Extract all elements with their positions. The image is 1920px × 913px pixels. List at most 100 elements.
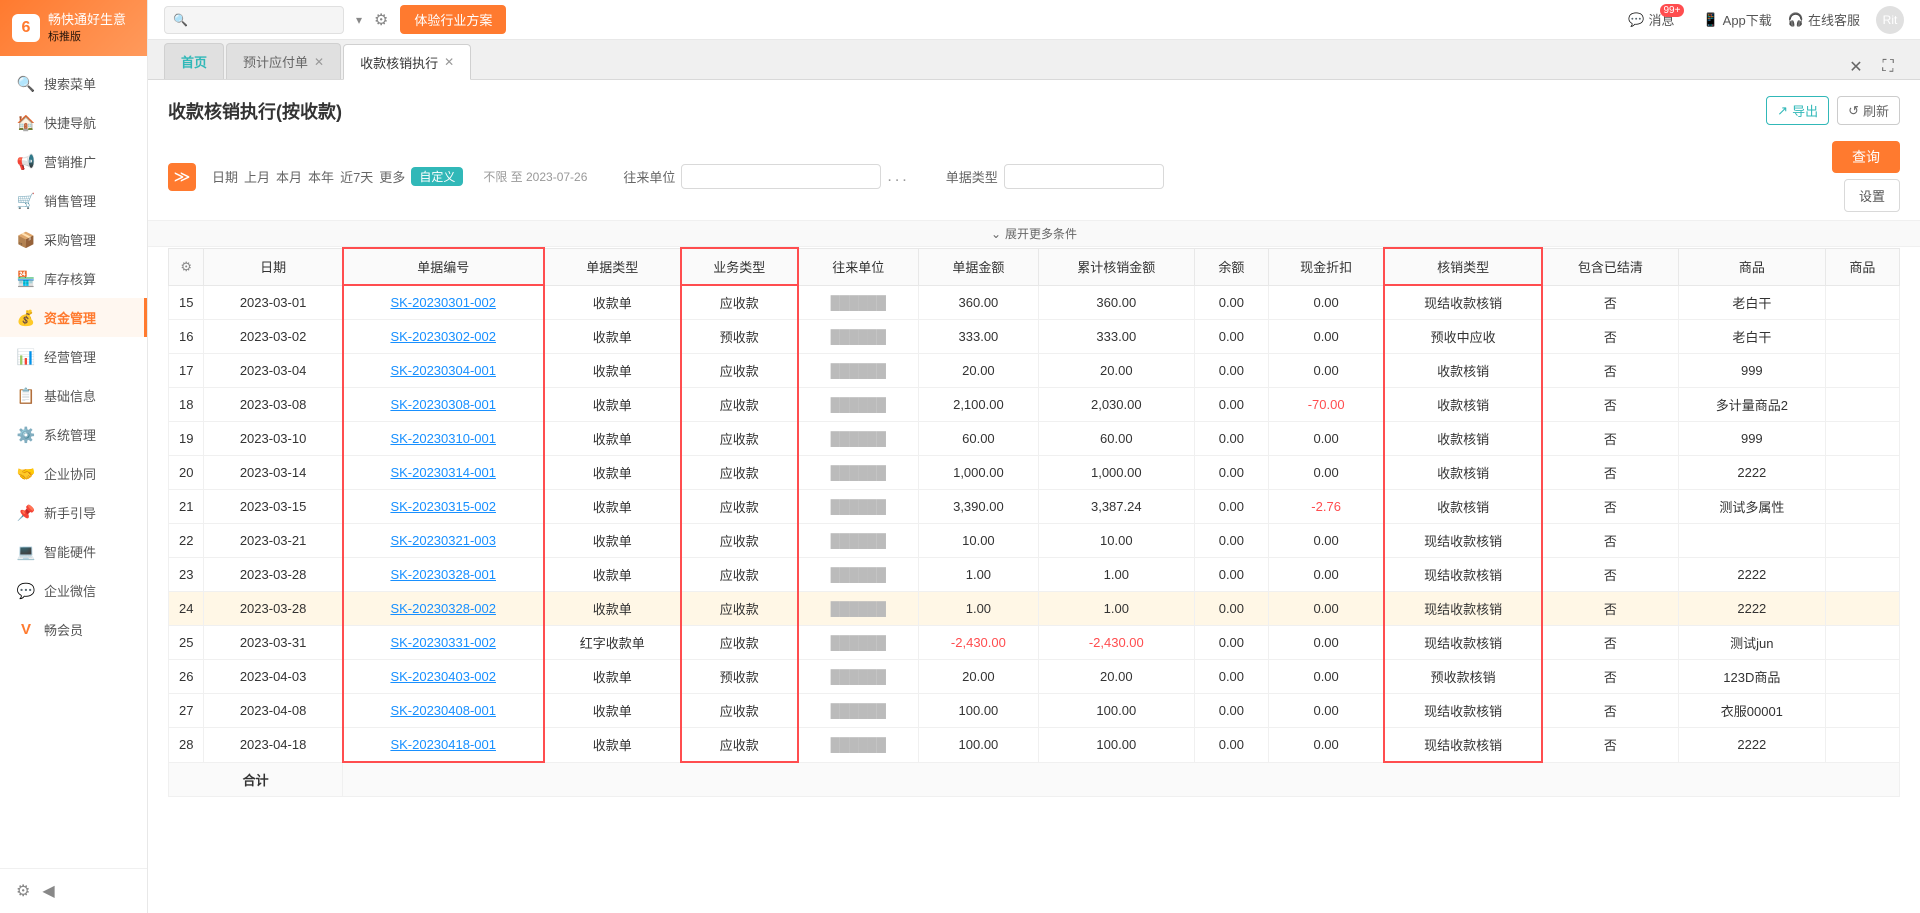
sidebar-item-operation[interactable]: 📊 经营管理 (0, 337, 147, 376)
bill-no-link[interactable]: SK-20230304-001 (390, 363, 496, 378)
partner-filter-input[interactable] (681, 164, 881, 189)
tab-window-controls: ✕ ⛶ (1844, 55, 1904, 79)
filter-partner-item: 往来单位 ... (623, 164, 909, 189)
col-gear[interactable]: ⚙ (169, 248, 204, 285)
cell-bill-type: 收款单 (544, 422, 681, 456)
cell-offset-type: 现结收款核销 (1384, 592, 1542, 626)
date-this-year[interactable]: 本年 (308, 167, 334, 186)
cell-goods: 999 (1678, 354, 1825, 388)
bill-no-link[interactable]: SK-20230331-002 (390, 635, 496, 650)
bill-no-link[interactable]: SK-20230328-001 (390, 567, 496, 582)
sidebar-item-purchase[interactable]: 📦 采购管理 (0, 220, 147, 259)
sidebar-item-search[interactable]: 🔍 搜索菜单 (0, 64, 147, 103)
sidebar-item-system[interactable]: ⚙️ 系统管理 (0, 415, 147, 454)
message-count: 99+ (1660, 4, 1685, 17)
sidebar-item-finance[interactable]: 💰 资金管理 (0, 298, 147, 337)
messages-badge[interactable]: 💬 消息 99+ (1628, 10, 1674, 29)
bill-no-link[interactable]: SK-20230328-002 (390, 601, 496, 616)
tab-expand-window-button[interactable]: ⛶ (1876, 55, 1900, 79)
bill-no-link[interactable]: SK-20230321-003 (390, 533, 496, 548)
bill-no-link[interactable]: SK-20230418-001 (390, 737, 496, 752)
app-download-badge[interactable]: 📱 App下载 (1702, 10, 1771, 29)
sidebar-item-enterprise[interactable]: 🤝 企业协同 (0, 454, 147, 493)
sidebar-item-quick-nav[interactable]: 🏠 快捷导航 (0, 103, 147, 142)
date-7-days[interactable]: 近7天 (340, 167, 373, 186)
filter-dots[interactable]: ... (887, 168, 909, 186)
col-bill-no: 单据编号 (343, 248, 544, 285)
tab-prepay-close-icon[interactable]: ✕ (314, 55, 324, 69)
tab-home[interactable]: 首页 (164, 43, 224, 79)
sidebar-item-hardware[interactable]: 💻 智能硬件 (0, 532, 147, 571)
cell-amount: 60.00 (919, 422, 1039, 456)
cell-cash-discount: -2.76 (1268, 490, 1384, 524)
bill-no-link[interactable]: SK-20230301-002 (390, 295, 496, 310)
industry-solution-button[interactable]: 体验行业方案 (400, 5, 506, 34)
cell-date: 2023-04-18 (204, 728, 343, 763)
bill-no-link[interactable]: SK-20230314-001 (390, 465, 496, 480)
cell-goods2 (1825, 626, 1899, 660)
voucher-type-select[interactable] (1004, 164, 1164, 189)
topbar-search[interactable]: 🔍 (164, 6, 344, 34)
cell-bill-no: SK-20230403-002 (343, 660, 544, 694)
cell-bill-no: SK-20230328-001 (343, 558, 544, 592)
table-row: 20 2023-03-14 SK-20230314-001 收款单 应收款 ██… (169, 456, 1900, 490)
sidebar-item-basic[interactable]: 📋 基础信息 (0, 376, 147, 415)
refresh-icon: ↺ (1848, 103, 1859, 119)
cell-goods2 (1825, 694, 1899, 728)
cell-offset-type: 现结收款核销 (1384, 694, 1542, 728)
bill-no-link[interactable]: SK-20230315-002 (390, 499, 496, 514)
cell-bill-no: SK-20230408-001 (343, 694, 544, 728)
cell-biz-type: 应收款 (681, 285, 798, 320)
cell-date: 2023-03-15 (204, 490, 343, 524)
tab-prepay[interactable]: 预计应付单 ✕ (226, 43, 341, 79)
cell-partner: ██████ (798, 592, 919, 626)
col-partner: 往来单位 (798, 248, 919, 285)
bill-no-link[interactable]: SK-20230308-001 (390, 397, 496, 412)
table-row: 17 2023-03-04 SK-20230304-001 收款单 应收款 ██… (169, 354, 1900, 388)
filter-settings-button[interactable]: 设置 (1844, 179, 1900, 212)
bill-no-link[interactable]: SK-20230310-001 (390, 431, 496, 446)
table-row: 19 2023-03-10 SK-20230310-001 收款单 应收款 ██… (169, 422, 1900, 456)
sidebar-item-sales[interactable]: 🛒 销售管理 (0, 181, 147, 220)
date-this-month[interactable]: 本月 (276, 167, 302, 186)
expand-more-conditions[interactable]: ⌄ 展开更多条件 (148, 221, 1920, 247)
cell-balance: 0.00 (1194, 592, 1268, 626)
cell-goods2 (1825, 490, 1899, 524)
cell-bill-type: 收款单 (544, 388, 681, 422)
cell-cash-discount: 0.00 (1268, 524, 1384, 558)
date-more[interactable]: 更多 (379, 167, 405, 186)
tab-close-window-button[interactable]: ✕ (1844, 55, 1868, 79)
bill-no-link[interactable]: SK-20230408-001 (390, 703, 496, 718)
filter-expand-button[interactable]: ≫ (168, 163, 196, 191)
tab-collection-close-icon[interactable]: ✕ (444, 55, 454, 69)
sidebar-item-inventory[interactable]: 🏪 库存核算 (0, 259, 147, 298)
tab-collection[interactable]: 收款核销执行 ✕ (343, 44, 471, 80)
bill-no-link[interactable]: SK-20230302-002 (390, 329, 496, 344)
user-avatar[interactable]: Rit (1876, 6, 1904, 34)
sidebar-item-guide[interactable]: 📌 新手引导 (0, 493, 147, 532)
cell-seq: 18 (169, 388, 204, 422)
collapse-icon[interactable]: ◀ (42, 881, 54, 901)
cell-include-settled: 否 (1542, 422, 1678, 456)
online-service-badge[interactable]: 🎧 在线客服 (1788, 10, 1860, 29)
cell-goods (1678, 524, 1825, 558)
cell-biz-type: 应收款 (681, 354, 798, 388)
total-label: 合计 (169, 762, 343, 796)
sidebar-item-marketing[interactable]: 📢 营销推广 (0, 142, 147, 181)
query-button[interactable]: 查询 (1832, 141, 1900, 173)
sidebar-item-wechat[interactable]: 💬 企业微信 (0, 571, 147, 610)
cell-goods: 123D商品 (1678, 660, 1825, 694)
bill-no-link[interactable]: SK-20230403-002 (390, 669, 496, 684)
export-button[interactable]: ↗ 导出 (1766, 96, 1829, 125)
settings-bottom-icon[interactable]: ⚙ (16, 881, 30, 901)
sidebar-item-vip[interactable]: V 畅会员 (0, 610, 147, 649)
cell-include-settled: 否 (1542, 660, 1678, 694)
cell-include-settled: 否 (1542, 354, 1678, 388)
date-custom-button[interactable]: 自定义 (411, 167, 463, 186)
cell-total-offset: 10.00 (1038, 524, 1194, 558)
date-last-month[interactable]: 上月 (244, 167, 270, 186)
topbar-gear-icon[interactable]: ⚙ (374, 10, 388, 30)
cell-bill-type: 红字收款单 (544, 626, 681, 660)
refresh-button[interactable]: ↺ 刷新 (1837, 96, 1900, 125)
topbar-chevron-icon[interactable]: ▾ (356, 13, 362, 27)
